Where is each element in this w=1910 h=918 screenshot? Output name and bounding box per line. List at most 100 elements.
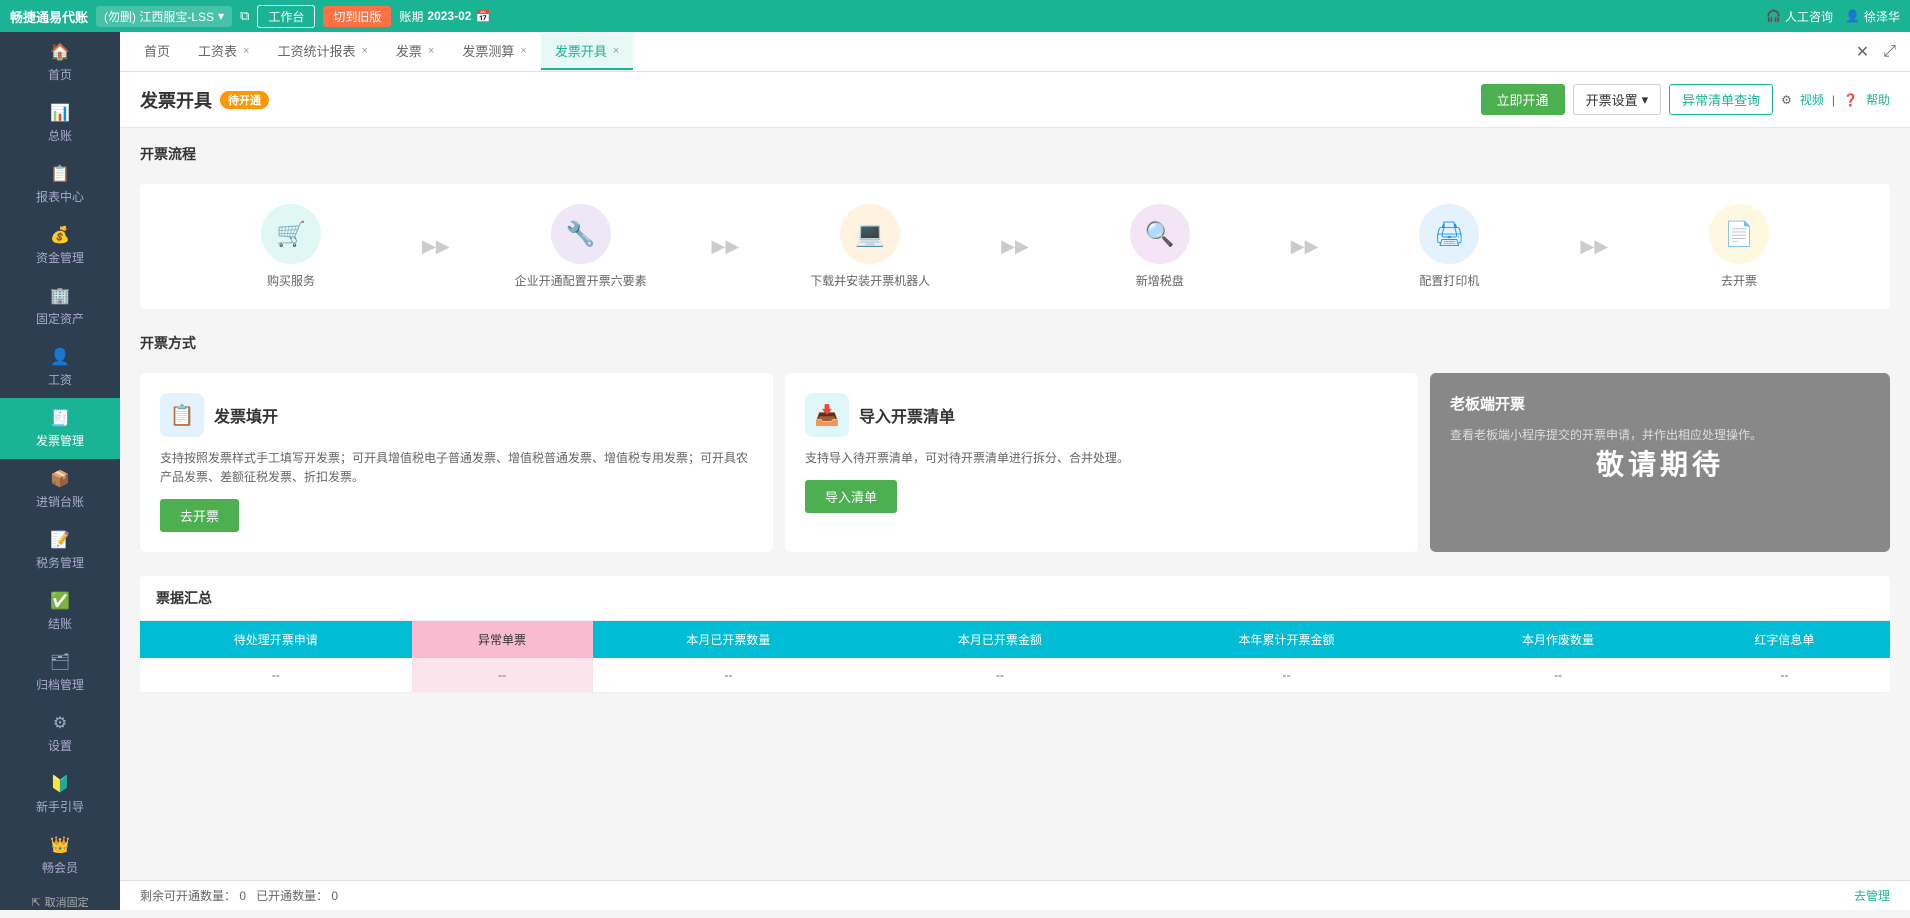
help-label[interactable]: 帮助 — [1866, 91, 1890, 108]
page-title-text: 发票开具 — [140, 87, 212, 113]
sidebar-label-newbie: 新手引导 — [36, 798, 84, 815]
tab-invoice-tool-label: 发票开具 — [555, 41, 607, 60]
go-invoice-button[interactable]: 去开票 — [160, 499, 239, 532]
tab-menu-button[interactable]: ⤢ — [1879, 41, 1900, 63]
method-card-old: 老板端开票 查看老板端小程序提交的开票申请，并作出相应处理操作。 敬请期待 — [1430, 373, 1890, 552]
step-buy-icon: 🛒 — [261, 204, 321, 264]
open-settings-label: 开票设置 — [1586, 90, 1638, 109]
tab-salary-table-label: 工资表 — [198, 41, 237, 60]
tab-salary-report-close[interactable]: × — [361, 45, 367, 57]
open-settings-button[interactable]: 开票设置 ▾ — [1573, 84, 1662, 115]
step-arrow-5: ▶▶ — [1580, 236, 1608, 257]
abnormal-query-button[interactable]: 异常清单查询 — [1669, 84, 1773, 115]
cancel-fixed-button[interactable]: ⇱ 取消固定 — [0, 886, 120, 918]
sidebar-item-fund[interactable]: 💰 资金管理 — [0, 215, 120, 276]
fund-icon: 💰 — [50, 225, 70, 245]
sidebar-item-newbie[interactable]: 🔰 新手引导 — [0, 764, 120, 825]
step-configure-icon: 🔧 — [551, 204, 611, 264]
step-issue: 📄 去开票 — [1608, 204, 1870, 289]
tab-invoice-list-label: 发票 — [396, 41, 422, 60]
sidebar-item-report[interactable]: 📋 报表中心 — [0, 154, 120, 215]
cell-month-amount: -- — [864, 658, 1136, 693]
import-list-button[interactable]: 导入清单 — [805, 480, 897, 513]
bottom-bar: 剩余可开通数量： 0 已开通数量： 0 去管理 — [120, 880, 1910, 910]
tab-invoice-list[interactable]: 发票 × — [382, 33, 448, 70]
tab-salary-table-close[interactable]: × — [243, 45, 249, 57]
method-card-import-header: 📥 导入开票清单 — [805, 393, 1398, 437]
sidebar-item-settle[interactable]: ✅ 结账 — [0, 581, 120, 642]
main-container: 🏠 首页 📊 总账 📋 报表中心 💰 资金管理 🏢 固定资产 👤 工资 🧾 发票… — [0, 32, 1910, 910]
sidebar-item-archive[interactable]: 🗂 归档管理 — [0, 642, 120, 703]
sidebar-item-invoice[interactable]: 🧾 发票管理 — [0, 398, 120, 459]
asset-icon: 🏢 — [50, 286, 70, 306]
sidebar-item-member[interactable]: 👑 畅会员 — [0, 825, 120, 886]
cell-red-info: -- — [1679, 658, 1890, 693]
opened-value: 0 — [331, 889, 338, 903]
open-now-button[interactable]: 立即开通 — [1481, 84, 1565, 115]
page-title-group: 发票开具 待开通 — [140, 87, 269, 113]
summary-row: -- -- -- -- -- -- -- — [140, 658, 1890, 693]
archive-icon: 🗂 — [50, 652, 70, 672]
workspace-button[interactable]: 工作台 — [257, 5, 315, 28]
tab-home[interactable]: 首页 — [130, 33, 184, 70]
content-area: 首页 工资表 × 工资统计报表 × 发票 × 发票测算 × 发票开具 × — [120, 32, 1910, 910]
page-header: 发票开具 待开通 立即开通 开票设置 ▾ 异常清单查询 ⚙ 视频 | ❓ 帮助 — [120, 72, 1910, 128]
sidebar-label-home: 首页 — [48, 66, 72, 83]
tab-invoice-calc-label: 发票测算 — [462, 41, 514, 60]
cell-abnormal: -- — [412, 658, 593, 693]
top-bar: 畅捷通易代账 (勿删) 江西服宝-LSS ▾ ⧉ 工作台 切到旧版 账期 202… — [0, 0, 1910, 32]
tab-salary-report[interactable]: 工资统计报表 × — [263, 33, 381, 70]
step-arrow-4: ▶▶ — [1291, 236, 1319, 257]
sidebar-label-archive: 归档管理 — [36, 676, 84, 693]
sidebar-label-asset: 固定资产 — [36, 310, 84, 327]
col-abnormal: 异常单票 — [412, 621, 593, 658]
col-red-info: 红字信息单 — [1679, 621, 1890, 658]
tab-invoice-tool-close[interactable]: × — [613, 45, 619, 57]
status-badge: 待开通 — [220, 91, 269, 109]
remain-label: 剩余可开通数量： — [140, 889, 236, 903]
unpin-icon: ⇱ — [31, 896, 40, 909]
user-profile[interactable]: 👤 徐泽华 — [1845, 8, 1900, 25]
app-logo: 畅捷通易代账 — [10, 7, 88, 26]
tab-invoice-calc-close[interactable]: × — [520, 45, 526, 57]
step-taxdisk: 🔍 新增税盘 — [1029, 204, 1291, 289]
tab-salary-report-label: 工资统计报表 — [277, 41, 355, 60]
top-bar-right: 🎧 人工咨询 👤 徐泽华 — [1766, 8, 1900, 25]
method-section-title: 开票方式 — [140, 333, 1890, 357]
old-card-title: 老板端开票 — [1450, 393, 1870, 414]
sidebar-item-asset[interactable]: 🏢 固定资产 — [0, 276, 120, 337]
sidebar-item-ledger[interactable]: 📊 总账 — [0, 93, 120, 154]
step-buy-label: 购买服务 — [267, 272, 315, 289]
invoice-icon: 🧾 — [50, 408, 70, 428]
import-icon: 📥 — [805, 393, 849, 437]
customer-service[interactable]: 🎧 人工咨询 — [1766, 8, 1833, 25]
sidebar-label-fund: 资金管理 — [36, 249, 84, 266]
salary-icon: 👤 — [50, 347, 70, 367]
method-card-import: 📥 导入开票清单 支持导入待开票清单，可对待开票清单进行拆分、合并处理。 导入清… — [785, 373, 1418, 552]
sidebar-item-purchase[interactable]: 📦 进销台账 — [0, 459, 120, 520]
tab-salary-table[interactable]: 工资表 × — [184, 33, 263, 70]
copy-icon[interactable]: ⧉ — [240, 8, 249, 24]
tab-invoice-list-close[interactable]: × — [428, 45, 434, 57]
process-section-title: 开票流程 — [140, 144, 1890, 168]
tab-invoice-calc[interactable]: 发票测算 × — [448, 33, 540, 70]
import-title: 导入开票清单 — [859, 403, 955, 427]
video-label[interactable]: 视频 — [1800, 91, 1824, 108]
sidebar-item-salary[interactable]: 👤 工资 — [0, 337, 120, 398]
sidebar-item-settings[interactable]: ⚙ 设置 — [0, 703, 120, 764]
cell-month-count: -- — [593, 658, 865, 693]
calendar-icon[interactable]: 📅 — [475, 9, 490, 23]
tab-close-all-button[interactable]: ✕ — [1852, 40, 1873, 64]
top-bar-left: 畅捷通易代账 (勿删) 江西服宝-LSS ▾ ⧉ 工作台 切到旧版 账期 202… — [10, 5, 490, 28]
switch-version-button[interactable]: 切到旧版 — [323, 6, 391, 27]
step-taxdisk-icon: 🔍 — [1130, 204, 1190, 264]
company-selector[interactable]: (勿删) 江西服宝-LSS ▾ — [96, 6, 232, 27]
sidebar-item-home[interactable]: 🏠 首页 — [0, 32, 120, 93]
step-configure-label: 企业开通配置开票六要素 — [515, 272, 647, 289]
sidebar-label-purchase: 进销台账 — [36, 493, 84, 510]
manual-title: 发票填开 — [214, 403, 278, 427]
headset-icon: 🎧 — [1766, 9, 1781, 23]
tab-invoice-tool[interactable]: 发票开具 × — [541, 33, 633, 70]
sidebar-item-tax[interactable]: 📝 税务管理 — [0, 520, 120, 581]
manage-link[interactable]: 去管理 — [1854, 887, 1890, 904]
